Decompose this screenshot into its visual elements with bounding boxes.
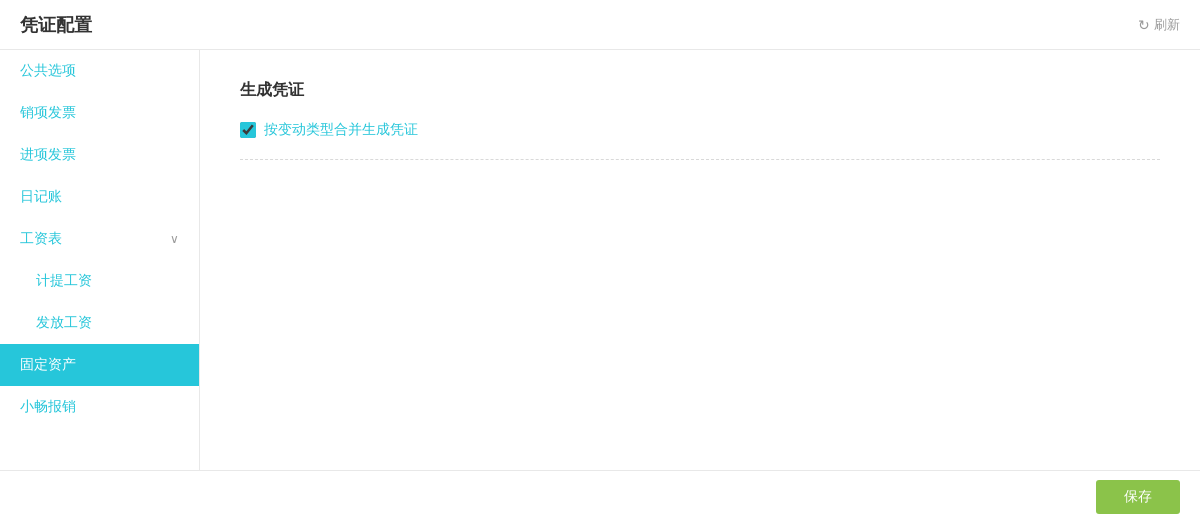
sidebar-item-label: 发放工资 [36, 314, 92, 332]
refresh-label: 刷新 [1154, 16, 1180, 34]
sidebar-item-fixed-assets[interactable]: 固定资产 [0, 344, 199, 386]
sidebar-item-label: 工资表 [20, 230, 62, 248]
merge-by-type-label[interactable]: 按变动类型合并生成凭证 [264, 121, 418, 139]
sidebar-item-label: 日记账 [20, 188, 62, 206]
content-area: 生成凭证 按变动类型合并生成凭证 [200, 50, 1200, 470]
refresh-button[interactable]: ↻ 刷新 [1138, 16, 1180, 34]
sidebar-item-payroll-provision[interactable]: 计提工资 [0, 260, 199, 302]
sidebar-item-label: 进项发票 [20, 146, 76, 164]
sidebar-item-public-options[interactable]: 公共选项 [0, 50, 199, 92]
footer: 保存 [0, 470, 1200, 522]
checkbox-row: 按变动类型合并生成凭证 [240, 121, 1160, 139]
sidebar-item-expense-report[interactable]: 小畅报销 [0, 386, 199, 428]
sidebar-item-label: 公共选项 [20, 62, 76, 80]
chevron-down-icon: ∨ [170, 232, 179, 246]
sidebar-item-sales-invoice[interactable]: 销项发票 [0, 92, 199, 134]
content-divider [240, 159, 1160, 160]
merge-by-type-checkbox[interactable] [240, 122, 256, 138]
main-content: 公共选项销项发票进项发票日记账工资表 ∨ 计提工资发放工资固定资产小畅报销 生成凭证… [0, 50, 1200, 470]
sidebar-item-payroll[interactable]: 工资表 ∨ [0, 218, 199, 260]
page-title: 凭证配置 [20, 13, 92, 37]
save-button[interactable]: 保存 [1096, 480, 1180, 514]
sidebar-item-label: 小畅报销 [20, 398, 76, 416]
header: 凭证配置 ↻ 刷新 [0, 0, 1200, 50]
sidebar-item-label: 固定资产 [20, 356, 76, 374]
sidebar-item-label: 计提工资 [36, 272, 92, 290]
page-container: 凭证配置 ↻ 刷新 公共选项销项发票进项发票日记账工资表 ∨ 计提工资发放工资固定资… [0, 0, 1200, 522]
sidebar-item-journal[interactable]: 日记账 [0, 176, 199, 218]
sidebar-item-payroll-distribution[interactable]: 发放工资 [0, 302, 199, 344]
section-title: 生成凭证 [240, 80, 1160, 101]
sidebar-item-purchase-invoice[interactable]: 进项发票 [0, 134, 199, 176]
refresh-icon: ↻ [1138, 17, 1150, 33]
sidebar: 公共选项销项发票进项发票日记账工资表 ∨ 计提工资发放工资固定资产小畅报销 [0, 50, 200, 470]
sidebar-item-label: 销项发票 [20, 104, 76, 122]
